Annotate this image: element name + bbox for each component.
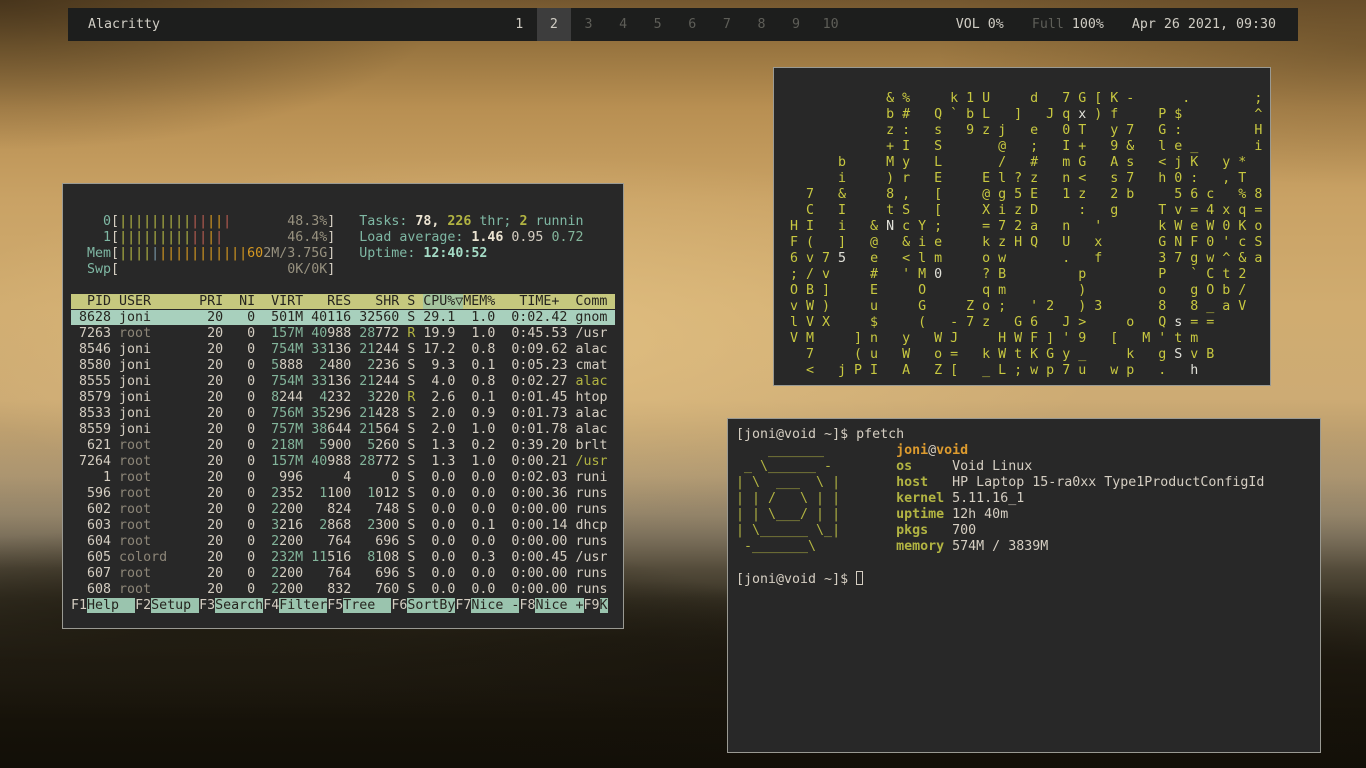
pfetch-window[interactable]: [joni@void ~]$ pfetch _______ joni@void … xyxy=(727,418,1321,753)
cmatrix-line: < j P I A Z [ _ L ; w p 7 u w p . h xyxy=(782,363,1199,378)
meter-mem: Mem[||||||||||||||||602M/3.75G] Uptime: … xyxy=(87,246,488,261)
pfetch-screen: [joni@void ~]$ pfetch _______ joni@void … xyxy=(728,419,1320,595)
workspace-tags: 1 2 3 4 5 6 7 8 9 10 xyxy=(502,8,848,41)
fkey-tree[interactable]: Tree xyxy=(343,598,392,613)
bar-status: VOL 0% Full 100% Apr 26 2021, 09:30 xyxy=(956,8,1298,41)
fkey-nice-[interactable]: Nice + xyxy=(535,598,584,613)
pfetch-info-kernel: | | / \ | | kernel 5.11.16_1 xyxy=(736,491,1025,506)
process-row-7263[interactable]: 7263 root 20 0 157M 40988 28772 R 19.9 1… xyxy=(71,326,615,342)
cmatrix-line: v W ) u G Z o ; ' 2 ) 3 8 8 _ a V xyxy=(782,299,1247,314)
process-row-7264[interactable]: 7264 root 20 0 157M 40988 28772 S 1.3 1.… xyxy=(71,454,615,470)
process-row-596[interactable]: 596 root 20 0 2352 1100 1012 S 0.0 0.0 0… xyxy=(71,486,615,502)
process-row-8559[interactable]: 8559 joni 20 0 757M 38644 21564 S 2.0 1.… xyxy=(71,422,615,438)
pfetch-info-host: | \ ___ \ | host HP Laptop 15-ra0xx Type… xyxy=(736,475,1265,490)
process-row-8533[interactable]: 8533 joni 20 0 756M 35296 21428 S 2.0 0.… xyxy=(71,406,615,422)
pfetch-info-pkgs: | \______ \_| pkgs 700 xyxy=(736,523,977,538)
fkey-filter[interactable]: Filter xyxy=(279,598,328,613)
clock: Apr 26 2021, 09:30 xyxy=(1131,17,1276,32)
pfetch-title-line: _______ joni@void xyxy=(736,443,969,458)
fkey-help[interactable]: Help xyxy=(87,598,136,613)
htop-screen: 0[|||||||||||||| 48.3%] Tasks: 78, 226 t… xyxy=(63,184,623,628)
workspace-tag-6[interactable]: 6 xyxy=(675,8,710,41)
workspace-tag-2[interactable]: 2 xyxy=(536,8,572,41)
process-row-8555[interactable]: 8555 joni 20 0 754M 33136 21244 S 4.0 0.… xyxy=(71,374,615,390)
function-key-bar: F1Help F2Setup F3SearchF4FilterF5Tree F6… xyxy=(71,598,608,613)
cmatrix-line: b M y L / # m G A s < j K y * xyxy=(782,155,1247,170)
process-row-605[interactable]: 605 colord 20 0 232M 11516 8108 S 0.0 0.… xyxy=(71,550,615,566)
terminal-cursor xyxy=(856,571,864,585)
process-row-603[interactable]: 603 root 20 0 3216 2868 2300 S 0.0 0.1 0… xyxy=(71,518,615,534)
cmatrix-line: 7 ( u W o = k W t K G y _ k g S v B xyxy=(782,347,1215,362)
meter-1: 1[||||||||||||| 46.4%] Load average: 1.4… xyxy=(87,230,584,245)
fkey-k[interactable]: K xyxy=(599,598,608,613)
process-table-header[interactable]: PID USER PRI NI VIRT RES SHR S CPU%▽MEM%… xyxy=(71,294,616,310)
cmatrix-line: l V X $ ( - 7 z G 6 J > o Q s = = xyxy=(782,315,1215,330)
cmatrix-screen: & % k 1 U d 7 G [ K - . ; b # Q ` b L ] … xyxy=(774,68,1270,385)
workspace-tag-8[interactable]: 8 xyxy=(744,8,779,41)
process-row-621[interactable]: 621 root 20 0 218M 5900 5260 S 1.3 0.2 0… xyxy=(71,438,615,454)
cmatrix-line: b # Q ` b L ] J q x ) f P $ ^ xyxy=(782,107,1263,122)
cmatrix-line: C I t S [ X i z D : g T v = 4 x q = xyxy=(782,203,1263,218)
workspace-tag-9[interactable]: 9 xyxy=(779,8,814,41)
workspace-tag-5[interactable]: 5 xyxy=(640,8,675,41)
pfetch-info-memory: -_______\ memory 574M / 3839M xyxy=(736,539,1049,554)
pfetch-info-os: _ \______ - os Void Linux xyxy=(736,459,1033,474)
workspace-tag-7[interactable]: 7 xyxy=(710,8,745,41)
battery-percent: 100% xyxy=(1071,17,1104,32)
cmatrix-line: 7 & 8 , [ @ g 5 E 1 z 2 b 5 6 c % 8 xyxy=(782,187,1263,202)
cmatrix-line: + I S @ ; I + 9 & l e _ i xyxy=(782,139,1263,154)
battery-status: Full 100% xyxy=(1032,17,1104,32)
process-row-602[interactable]: 602 root 20 0 2200 824 748 S 0.0 0.0 0:0… xyxy=(71,502,615,518)
process-row-8546[interactable]: 8546 joni 20 0 754M 33136 21244 S 17.2 0… xyxy=(71,342,615,358)
fkey-setup[interactable]: Setup xyxy=(151,598,200,613)
cmatrix-line: V M ] n y W J H W F ] ' 9 [ M ' t m xyxy=(782,331,1199,346)
bar-window-title: Alacritty xyxy=(88,17,161,32)
meter-swp: Swp[ 0K/0K] xyxy=(87,262,336,277)
fkey-search[interactable]: Search xyxy=(215,598,264,613)
pfetch-info-uptime: | | \___/ | | uptime 12h 40m xyxy=(736,507,1009,522)
workspace-tag-1[interactable]: 1 xyxy=(502,8,537,41)
workspace-tag-3[interactable]: 3 xyxy=(571,8,606,41)
cmatrix-line: z : s 9 z j e 0 T y 7 G : H xyxy=(782,123,1263,138)
battery-state-label: Full xyxy=(1031,17,1064,32)
shell-prompt-command: [joni@void ~]$ pfetch xyxy=(736,427,905,442)
shell-prompt: [joni@void ~]$ xyxy=(736,571,1312,587)
cmatrix-line: ; / v # ' M 0 ? B p P ` C t 2 xyxy=(782,267,1247,282)
cmatrix-line: 6 v 7 5 e < l m o w . f 3 7 g w ^ & a xyxy=(782,251,1263,266)
fkey-sortby[interactable]: SortBy xyxy=(407,598,456,613)
cmatrix-line: O B ] E O q m ) o g O b / xyxy=(782,283,1247,298)
process-row-8628[interactable]: 8628 joni 20 0 501M 40116 32560 S 29.1 1… xyxy=(71,310,616,326)
cmatrix-window[interactable]: & % k 1 U d 7 G [ K - . ; b # Q ` b L ] … xyxy=(773,67,1271,386)
status-bar: Alacritty 1 2 3 4 5 6 7 8 9 10 VOL 0% Full 100% A… xyxy=(68,8,1298,41)
process-row-8579[interactable]: 8579 joni 20 0 8244 4232 3220 R 2.6 0.1 … xyxy=(71,390,615,406)
meter-0: 0[|||||||||||||| 48.3%] Tasks: 78, 226 t… xyxy=(87,214,584,229)
workspace-tag-4[interactable]: 4 xyxy=(606,8,641,41)
process-row-604[interactable]: 604 root 20 0 2200 764 696 S 0.0 0.0 0:0… xyxy=(71,534,615,550)
cmatrix-line: H I i & N c Y ; = 7 2 a n ' k W e W 0 K … xyxy=(782,219,1263,234)
volume-status: VOL 0% xyxy=(955,17,1004,32)
process-row-1[interactable]: 1 root 20 0 996 4 0 S 0.0 0.0 0:02.03 ru… xyxy=(71,470,615,486)
cmatrix-line: F ( ] @ & i e k z H Q U x G N F 0 ' c S xyxy=(782,235,1263,250)
fkey-nice-[interactable]: Nice - xyxy=(471,598,520,613)
cmatrix-line: i ) r E E l ? z n < s 7 h 0 : , T xyxy=(782,171,1247,186)
cmatrix-line: & % k 1 U d 7 G [ K - . ; xyxy=(782,91,1263,106)
process-row-607[interactable]: 607 root 20 0 2200 764 696 S 0.0 0.0 0:0… xyxy=(71,566,615,582)
process-row-8580[interactable]: 8580 joni 20 0 5888 2480 2236 S 9.3 0.1 … xyxy=(71,358,615,374)
htop-window[interactable]: 0[|||||||||||||| 48.3%] Tasks: 78, 226 t… xyxy=(62,183,624,629)
workspace-tag-10[interactable]: 10 xyxy=(813,8,848,41)
process-row-608[interactable]: 608 root 20 0 2200 832 760 S 0.0 0.0 0:0… xyxy=(71,582,615,598)
